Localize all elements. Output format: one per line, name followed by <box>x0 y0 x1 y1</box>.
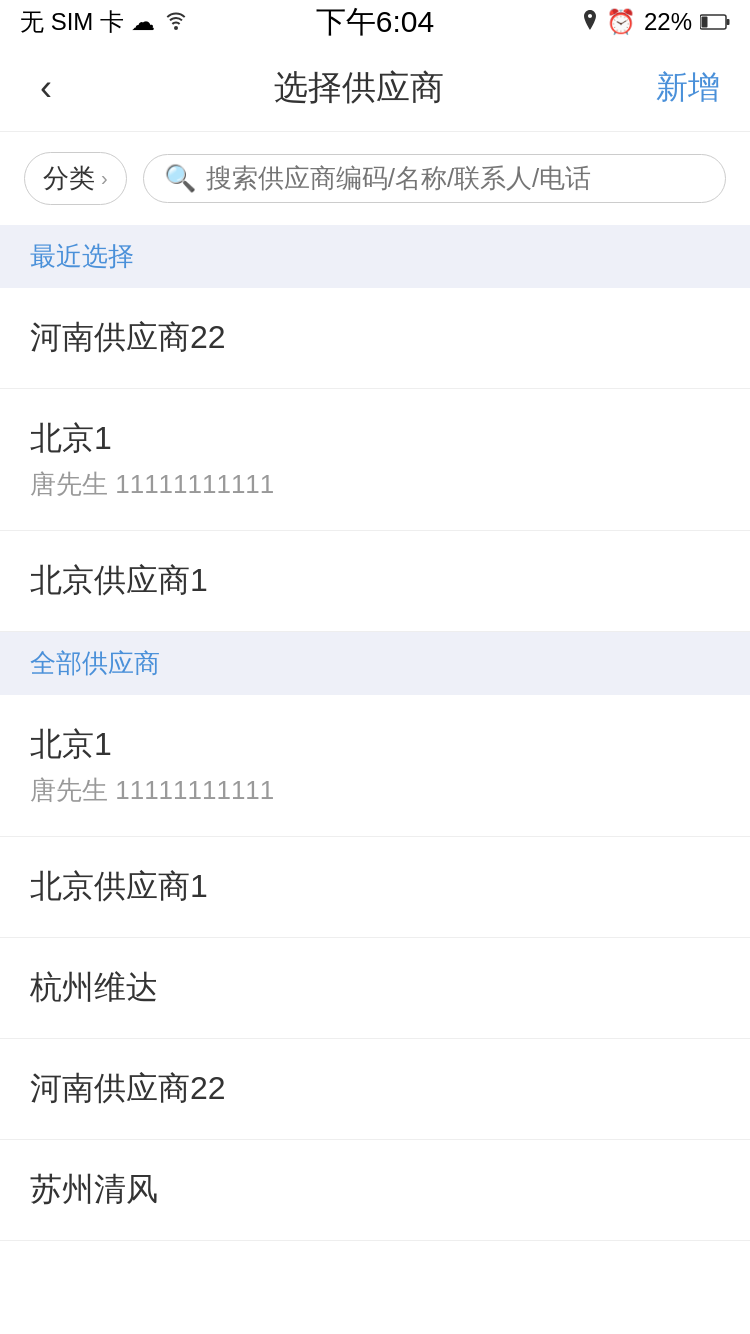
svg-rect-1 <box>727 19 730 25</box>
status-time: 下午6:04 <box>316 2 434 43</box>
all-section-header: 全部供应商 <box>0 632 750 695</box>
page-title: 选择供应商 <box>274 65 444 111</box>
recent-section-header: 最近选择 <box>0 225 750 288</box>
category-label: 分类 <box>43 161 95 196</box>
item-name: 河南供应商22 <box>30 316 720 360</box>
svg-rect-2 <box>702 17 708 28</box>
add-button[interactable]: 新增 <box>656 66 720 110</box>
list-item[interactable]: 北京供应商1 <box>0 531 750 632</box>
list-item[interactable]: 杭州维达 <box>0 938 750 1039</box>
item-name: 北京1 <box>30 417 720 461</box>
no-sim-label: 无 SIM 卡 ☁ <box>20 6 155 38</box>
item-name: 杭州维达 <box>30 966 720 1010</box>
battery-text: 22% <box>644 8 692 36</box>
nav-bar: ‹ 选择供应商 新增 <box>0 44 750 132</box>
alarm-icon: ⏰ <box>606 8 636 36</box>
item-sub: 唐先生 11111111111 <box>30 773 720 808</box>
category-button[interactable]: 分类 › <box>24 152 127 205</box>
list-item[interactable]: 河南供应商22 <box>0 288 750 389</box>
item-sub: 唐先生 11111111111 <box>30 467 720 502</box>
item-name: 河南供应商22 <box>30 1067 720 1111</box>
list-item[interactable]: 北京1 唐先生 11111111111 <box>0 389 750 531</box>
list-item[interactable]: 苏州清风 <box>0 1140 750 1241</box>
recent-items-list: 河南供应商22 北京1 唐先生 11111111111 北京供应商1 <box>0 288 750 632</box>
list-item[interactable]: 河南供应商22 <box>0 1039 750 1140</box>
wifi-icon <box>165 8 187 36</box>
search-input[interactable] <box>206 163 705 194</box>
status-left: 无 SIM 卡 ☁ <box>20 6 187 38</box>
filter-bar: 分类 › 🔍 <box>0 132 750 225</box>
recent-section-label: 最近选择 <box>30 241 134 271</box>
status-bar: 无 SIM 卡 ☁ 下午6:04 ⏰ 22% <box>0 0 750 44</box>
item-name: 北京供应商1 <box>30 865 720 909</box>
search-icon: 🔍 <box>164 163 196 194</box>
search-box[interactable]: 🔍 <box>143 154 726 203</box>
list-item[interactable]: 北京供应商1 <box>0 837 750 938</box>
chevron-right-icon: › <box>101 167 108 190</box>
battery-icon <box>700 8 730 36</box>
all-section-label: 全部供应商 <box>30 648 160 678</box>
status-right: ⏰ 22% <box>582 8 730 36</box>
all-items-list: 北京1 唐先生 11111111111 北京供应商1 杭州维达河南供应商22 苏州清风 <box>0 695 750 1241</box>
item-name: 苏州清风 <box>30 1168 720 1212</box>
back-button[interactable]: ‹ <box>30 57 62 119</box>
location-icon <box>582 8 598 36</box>
list-item[interactable]: 北京1 唐先生 11111111111 <box>0 695 750 837</box>
item-name: 北京1 <box>30 723 720 767</box>
item-name: 北京供应商1 <box>30 559 720 603</box>
